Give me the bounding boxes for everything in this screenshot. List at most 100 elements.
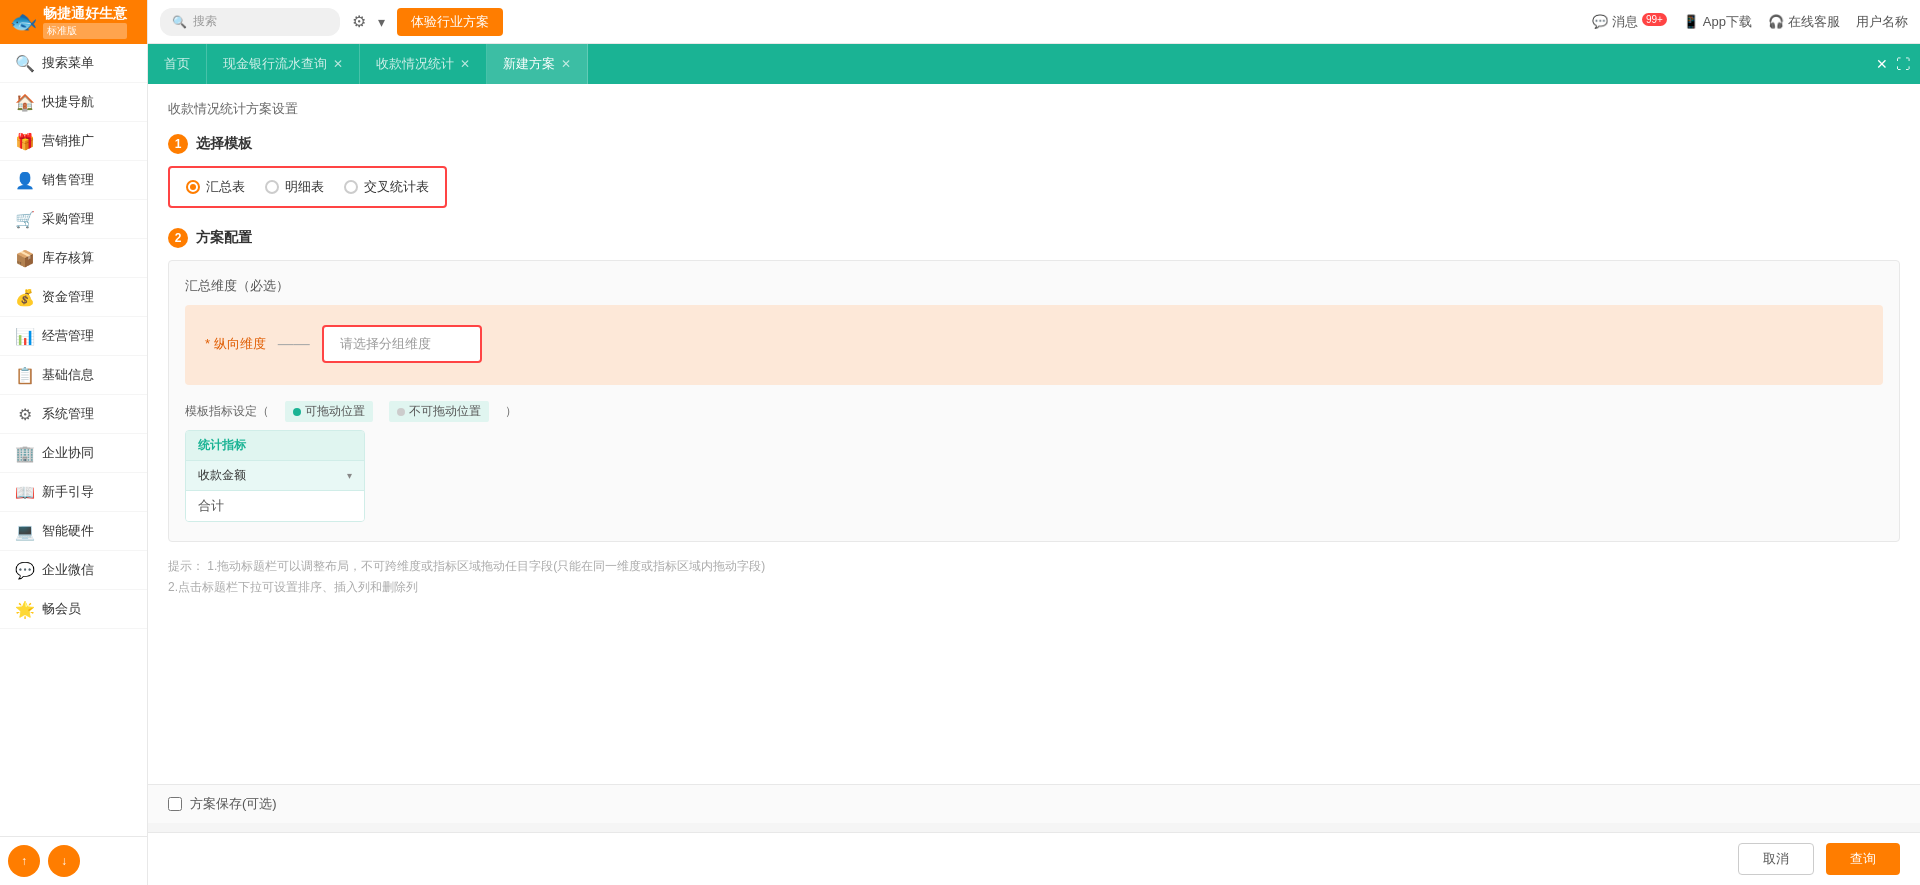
metrics-label-text: 模板指标设定（ bbox=[185, 403, 269, 420]
tab-close-new-plan[interactable]: ✕ bbox=[561, 57, 571, 71]
section2-header: 2 方案配置 bbox=[168, 228, 1900, 248]
topbar-right: 💬 消息 99+ 📱 App下载 🎧 在线客服 用户名称 bbox=[1592, 13, 1908, 31]
sidebar-item-system[interactable]: ⚙ 系统管理 bbox=[0, 395, 147, 434]
page-breadcrumb: 收款情况统计方案设置 bbox=[168, 100, 1900, 118]
sidebar-item-smart-hw[interactable]: 💻 智能硬件 bbox=[0, 512, 147, 551]
message-icon: 💬 bbox=[1592, 14, 1608, 29]
metrics-col-chevron: ▾ bbox=[347, 470, 352, 481]
topbar: 🔍 搜索 ⚙ ▾ 体验行业方案 💬 消息 99+ 📱 App下载 🎧 在线客服 … bbox=[148, 0, 1920, 44]
save-label: 方案保存(可选) bbox=[190, 795, 277, 813]
inventory-icon: 📦 bbox=[16, 249, 34, 267]
tab-close-collection-stats[interactable]: ✕ bbox=[460, 57, 470, 71]
beginner-icon: 📖 bbox=[16, 483, 34, 501]
smart-hw-icon: 💻 bbox=[16, 522, 34, 540]
tabbar: 首页现金银行流水查询✕ 收款情况统计 ✕ 新建方案 ✕ ✕ ⛶ bbox=[148, 44, 1920, 84]
sidebar-bottom-icon-2[interactable]: ↓ bbox=[48, 845, 80, 877]
vertical-dimension-label: * 纵向维度 bbox=[205, 335, 266, 353]
sidebar-bottom-icon-1[interactable]: ↑ bbox=[8, 845, 40, 877]
radio-summary[interactable]: 汇总表 bbox=[186, 178, 245, 196]
maximize-icon[interactable]: ⛶ bbox=[1896, 56, 1910, 72]
sidebar-item-inventory[interactable]: 📦 库存核算 bbox=[0, 239, 147, 278]
download-icon: 📱 bbox=[1683, 14, 1699, 29]
section1-header: 1 选择模板 bbox=[168, 134, 1900, 154]
section-template: 1 选择模板 汇总表 明细表 bbox=[168, 134, 1900, 208]
sidebar-logo: 🐟 畅捷通好生意 标准版 bbox=[0, 0, 147, 44]
service-icon: 🎧 bbox=[1768, 14, 1784, 29]
search-placeholder: 搜索 bbox=[193, 13, 217, 30]
message-badge: 99+ bbox=[1642, 13, 1667, 26]
close-window-icon[interactable]: ✕ bbox=[1876, 56, 1888, 72]
non-draggable-label: 不可拖动位置 bbox=[409, 403, 481, 420]
bottom-action-bar: 取消 查询 bbox=[148, 832, 1920, 885]
service-label: 在线客服 bbox=[1788, 13, 1840, 31]
sidebar-item-quick-nav[interactable]: 🏠 快捷导航 bbox=[0, 83, 147, 122]
radio-cross-circle bbox=[344, 180, 358, 194]
sidebar-item-search-menu[interactable]: 🔍 搜索菜单 bbox=[0, 44, 147, 83]
metrics-col-header[interactable]: 收款金额 ▾ bbox=[186, 460, 364, 490]
radio-detail-circle bbox=[265, 180, 279, 194]
beginner-label: 新手引导 bbox=[42, 483, 94, 501]
radio-detail[interactable]: 明细表 bbox=[265, 178, 324, 196]
message-label: 消息 bbox=[1612, 13, 1638, 31]
metrics-table-header: 统计指标 bbox=[186, 431, 364, 460]
search-box[interactable]: 🔍 搜索 bbox=[160, 8, 340, 36]
sales-label: 销售管理 bbox=[42, 171, 94, 189]
section-config: 2 方案配置 汇总维度（必选） * 纵向维度 —— 请选择分组维度 bbox=[168, 228, 1900, 596]
cancel-button[interactable]: 取消 bbox=[1738, 843, 1814, 875]
message-item[interactable]: 💬 消息 99+ bbox=[1592, 13, 1667, 31]
radio-detail-label: 明细表 bbox=[285, 178, 324, 196]
sidebar-item-beginner[interactable]: 📖 新手引导 bbox=[0, 473, 147, 512]
sidebar-item-basic[interactable]: 📋 基础信息 bbox=[0, 356, 147, 395]
sales-icon: 👤 bbox=[16, 171, 34, 189]
finance-icon: 💰 bbox=[16, 288, 34, 306]
purchase-icon: 🛒 bbox=[16, 210, 34, 228]
draggable-label: 可拖动位置 bbox=[305, 403, 365, 420]
system-icon: ⚙ bbox=[16, 405, 34, 423]
draggable-tag: 可拖动位置 bbox=[285, 401, 373, 422]
marketing-label: 营销推广 bbox=[42, 132, 94, 150]
tab-home[interactable]: 首页 bbox=[148, 44, 207, 84]
section2-title: 方案配置 bbox=[196, 229, 252, 247]
content-inner: 收款情况统计方案设置 1 选择模板 汇总表 bbox=[148, 84, 1920, 784]
sidebar-item-purchase[interactable]: 🛒 采购管理 bbox=[0, 200, 147, 239]
sidebar-item-marketing[interactable]: 🎁 营销推广 bbox=[0, 122, 147, 161]
enterprise-wechat-icon: 💬 bbox=[16, 561, 34, 579]
section1-title: 选择模板 bbox=[196, 135, 252, 153]
settings-icon[interactable]: ⚙ bbox=[352, 12, 366, 31]
metrics-cell: 合计 bbox=[186, 490, 364, 521]
sidebar-item-operation[interactable]: 📊 经营管理 bbox=[0, 317, 147, 356]
dimension-select[interactable]: 请选择分组维度 bbox=[322, 325, 482, 363]
radio-summary-label: 汇总表 bbox=[206, 178, 245, 196]
enterprise-coop-icon: 🏢 bbox=[16, 444, 34, 462]
save-checkbox[interactable] bbox=[168, 797, 182, 811]
tab-close-bank-flow[interactable]: ✕ bbox=[333, 57, 343, 71]
trial-button[interactable]: 体验行业方案 bbox=[397, 8, 503, 36]
tab-label-new-plan: 新建方案 bbox=[503, 55, 555, 73]
section2-number: 2 bbox=[168, 228, 188, 248]
footer-save: 方案保存(可选) bbox=[148, 784, 1920, 823]
metrics-col-label: 收款金额 bbox=[198, 467, 246, 484]
finance-label: 资金管理 bbox=[42, 288, 94, 306]
sidebar: 🐟 畅捷通好生意 标准版 🔍 搜索菜单 🏠 快捷导航 🎁 营销推广 👤 销售管理… bbox=[0, 0, 148, 885]
metrics-table: 统计指标 收款金额 ▾ 合计 bbox=[185, 430, 365, 522]
query-button[interactable]: 查询 bbox=[1826, 843, 1900, 875]
dimension-label: 汇总维度（必选） bbox=[185, 277, 1883, 295]
sidebar-item-sales[interactable]: 👤 销售管理 bbox=[0, 161, 147, 200]
inventory-label: 库存核算 bbox=[42, 249, 94, 267]
sidebar-item-finance[interactable]: 💰 资金管理 bbox=[0, 278, 147, 317]
metrics-config-label: 模板指标设定（ 可拖动位置 不可拖动位置 ） bbox=[185, 401, 1883, 422]
service-item[interactable]: 🎧 在线客服 bbox=[1768, 13, 1840, 31]
radio-cross[interactable]: 交叉统计表 bbox=[344, 178, 429, 196]
sidebar-item-enterprise-wechat[interactable]: 💬 企业微信 bbox=[0, 551, 147, 590]
tab-label-collection-stats: 收款情况统计 bbox=[376, 55, 454, 73]
tab-new-plan[interactable]: 新建方案 ✕ bbox=[487, 44, 588, 84]
dimension-area: * 纵向维度 —— 请选择分组维度 bbox=[185, 305, 1883, 385]
tab-collection-stats[interactable]: 收款情况统计 ✕ bbox=[360, 44, 487, 84]
template-radio-group: 汇总表 明细表 交叉统计表 bbox=[186, 178, 429, 196]
sidebar-item-member[interactable]: 🌟 畅会员 bbox=[0, 590, 147, 629]
member-label: 畅会员 bbox=[42, 600, 81, 618]
tab-bank-flow[interactable]: 现金银行流水查询✕ bbox=[207, 44, 360, 84]
sidebar-item-enterprise-coop[interactable]: 🏢 企业协同 bbox=[0, 434, 147, 473]
download-item[interactable]: 📱 App下载 bbox=[1683, 13, 1752, 31]
expand-icon[interactable]: ▾ bbox=[378, 14, 385, 30]
